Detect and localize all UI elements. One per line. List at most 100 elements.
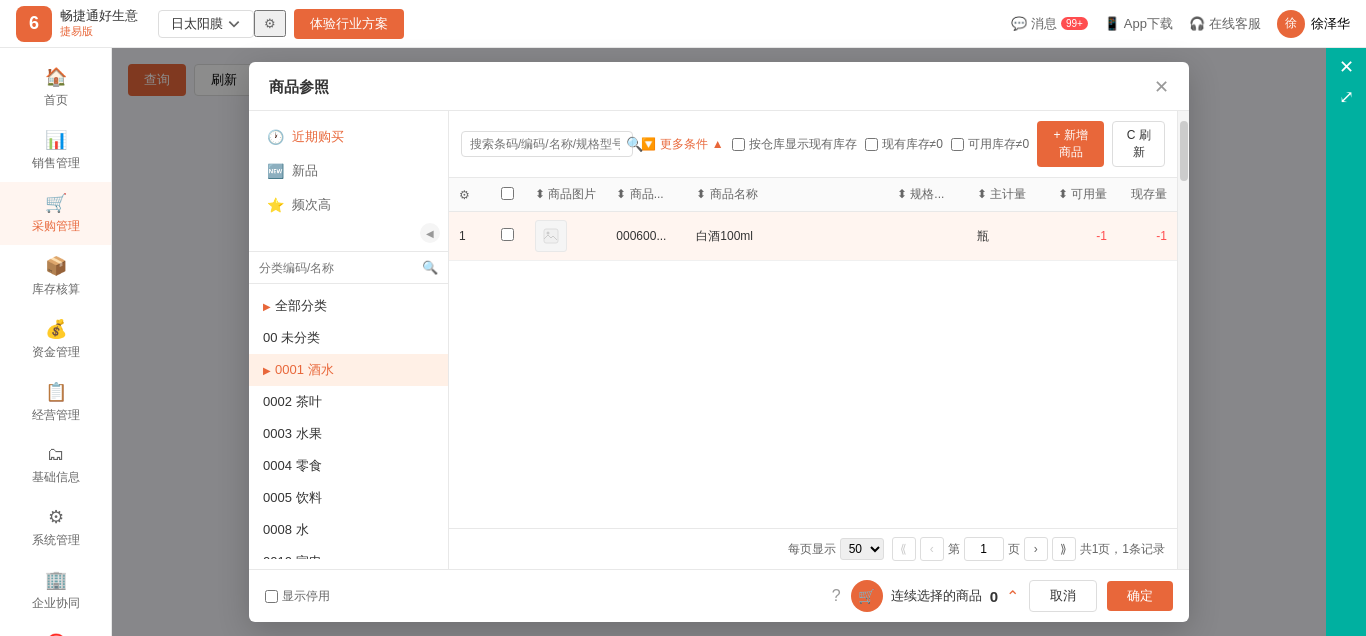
cart-icon-button[interactable]: 🛒 — [851, 580, 883, 612]
teal-close-button[interactable]: ✕ — [1339, 56, 1354, 78]
cell-spec — [887, 212, 967, 261]
nav-right: 💬 消息 99+ 📱 App下载 🎧 在线客服 徐 徐泽华 — [1011, 10, 1350, 38]
sidebar-label-enterprise: 企业协同 — [32, 595, 80, 612]
cell-check[interactable] — [489, 212, 525, 261]
help-icon[interactable]: ? — [832, 587, 841, 605]
cat-item-00[interactable]: 00 未分类 — [249, 322, 448, 354]
disabled-checkbox[interactable] — [265, 590, 278, 603]
sidebar-item-finance[interactable]: 💰 资金管理 — [0, 308, 111, 371]
sidebar-label-inventory: 库存核算 — [32, 281, 80, 298]
trial-button[interactable]: 体验行业方案 — [294, 9, 404, 39]
vertical-scrollbar[interactable] — [1177, 111, 1189, 569]
th-img: ⬍ 商品图片 — [525, 178, 606, 212]
sidebar-item-enterprise[interactable]: 🏢 企业协同 — [0, 559, 111, 622]
teal-expand-button[interactable]: ⤢ — [1339, 86, 1354, 108]
sidebar-item-guide[interactable]: 🎯 新手引导 — [0, 622, 111, 636]
dialog-close-button[interactable]: ✕ — [1154, 76, 1169, 98]
sidebar-item-system[interactable]: ⚙ 系统管理 — [0, 496, 111, 559]
product-search-input[interactable] — [470, 137, 620, 151]
warehouse-checkbox[interactable] — [732, 138, 745, 151]
user-avatar[interactable]: 徐 徐泽华 — [1277, 10, 1350, 38]
cancel-button[interactable]: 取消 — [1029, 580, 1097, 612]
avail-checkbox[interactable] — [951, 138, 964, 151]
top-nav: 6 畅捷通好生意 捷易版 日太阳膜 ⚙ 体验行业方案 💬 消息 99+ 📱 Ap… — [0, 0, 1366, 48]
th-unit[interactable]: ⬍ 主计量 — [967, 178, 1037, 212]
cat-0001-label: 0001 酒水 — [275, 361, 334, 379]
cell-num: 1 — [449, 212, 489, 261]
first-page-button[interactable]: ⟪ — [892, 537, 916, 561]
cat-item-0005[interactable]: 0005 饮料 — [249, 482, 448, 514]
cat-item-all[interactable]: ▶ 全部分类 — [249, 290, 448, 322]
th-name[interactable]: ⬍ 商品名称 — [686, 178, 887, 212]
guide-icon: 🎯 — [45, 632, 67, 636]
cat-item-0003[interactable]: 0003 水果 — [249, 418, 448, 450]
table-body: 1 — [449, 212, 1177, 261]
th-settings[interactable]: ⚙ — [449, 178, 489, 212]
confirm-button[interactable]: 确定 — [1107, 581, 1173, 611]
message-button[interactable]: 💬 消息 99+ — [1011, 15, 1088, 33]
category-search-icon[interactable]: 🔍 — [422, 260, 438, 275]
check-nonzero[interactable]: 现有库存≠0 — [865, 136, 943, 153]
online-service-button[interactable]: 🎧 在线客服 — [1189, 15, 1261, 33]
avatar-circle: 徐 — [1277, 10, 1305, 38]
cat-item-0008[interactable]: 0008 水 — [249, 514, 448, 546]
category-search: 🔍 — [249, 252, 448, 284]
tab-high-freq[interactable]: ⭐ 频次高 — [257, 189, 440, 221]
sidebar-item-inventory[interactable]: 📦 库存核算 — [0, 245, 111, 308]
select-all-checkbox[interactable] — [501, 187, 514, 200]
sidebar-item-business[interactable]: 📋 经营管理 — [0, 371, 111, 434]
product-table-area: ⚙ ⬍ 商品图片 — [449, 178, 1177, 528]
row-checkbox[interactable] — [501, 228, 514, 241]
add-product-button[interactable]: + 新增商品 — [1037, 121, 1104, 167]
page-number-input[interactable] — [964, 537, 1004, 561]
show-disabled-checkbox[interactable]: 显示停用 — [265, 588, 330, 605]
last-page-button[interactable]: ⟫ — [1052, 537, 1076, 561]
nav-selector[interactable]: 日太阳膜 — [158, 10, 254, 38]
dialog-header: 商品参照 ✕ — [249, 62, 1189, 111]
business-icon: 📋 — [45, 381, 67, 403]
check-warehouse[interactable]: 按仓库显示现有库存 — [732, 136, 857, 153]
table-row[interactable]: 1 — [449, 212, 1177, 261]
th-code[interactable]: ⬍ 商品... — [606, 178, 686, 212]
sidebar-item-sales[interactable]: 📊 销售管理 — [0, 119, 111, 182]
sidebar-item-basic[interactable]: 🗂 基础信息 — [0, 434, 111, 496]
cat-item-0001[interactable]: ▶ 0001 酒水 — [249, 354, 448, 386]
page-size-selector: 每页显示 50 — [788, 538, 884, 560]
next-page-button[interactable]: › — [1024, 537, 1048, 561]
app-download-button[interactable]: 📱 App下载 — [1104, 15, 1173, 33]
logo-text: 畅捷通好生意 捷易版 — [60, 8, 138, 40]
cart-count: 0 — [990, 588, 998, 605]
svg-point-1 — [547, 232, 550, 235]
cat-item-0004[interactable]: 0004 零食 — [249, 450, 448, 482]
filter-button[interactable]: 🔽 更多条件 ▲ — [641, 136, 724, 153]
th-stock[interactable]: 现存量 — [1117, 178, 1177, 212]
prev-page-button[interactable]: ‹ — [920, 537, 944, 561]
logo-icon: 6 — [16, 6, 52, 42]
dialog-body: 🕐 近期购买 🆕 新品 ⭐ 频次高 ◀ — [249, 111, 1189, 569]
th-avail[interactable]: ⬍ 可用量 — [1037, 178, 1117, 212]
th-spec[interactable]: ⬍ 规格... — [887, 178, 967, 212]
gear-button[interactable]: ⚙ — [254, 10, 286, 37]
th-img-sort-icon[interactable]: ⬍ — [535, 187, 545, 201]
sidebar-label-business: 经营管理 — [32, 407, 80, 424]
teal-sidebar: ✕ ⤢ — [1326, 48, 1366, 636]
sidebar-item-home[interactable]: 🏠 首页 — [0, 56, 111, 119]
tab-recent-purchase[interactable]: 🕐 近期购买 — [257, 121, 440, 153]
collapse-cart-button[interactable]: ⌃ — [1006, 587, 1019, 606]
sidebar-item-purchase[interactable]: 🛒 采购管理 — [0, 182, 111, 245]
th-check[interactable] — [489, 178, 525, 212]
cat-item-0010[interactable]: 0010 家电 — [249, 546, 448, 559]
refresh-button[interactable]: C 刷新 — [1112, 121, 1165, 167]
cat-0002-label: 0002 茶叶 — [263, 393, 322, 411]
scroll-thumb[interactable] — [1180, 121, 1188, 181]
dialog-footer: 显示停用 ? 🛒 连续选择的商品 0 ⌃ 取消 确定 — [249, 569, 1189, 622]
settings-icon[interactable]: ⚙ — [459, 188, 470, 202]
check-avail[interactable]: 可用库存≠0 — [951, 136, 1029, 153]
category-search-input[interactable] — [259, 261, 418, 275]
cat-item-0002[interactable]: 0002 茶叶 — [249, 386, 448, 418]
inventory-icon: 📦 — [45, 255, 67, 277]
collapse-left-button[interactable]: ◀ — [420, 223, 440, 243]
nonzero-checkbox[interactable] — [865, 138, 878, 151]
page-size-select[interactable]: 50 — [840, 538, 884, 560]
tab-new-product[interactable]: 🆕 新品 — [257, 155, 440, 187]
